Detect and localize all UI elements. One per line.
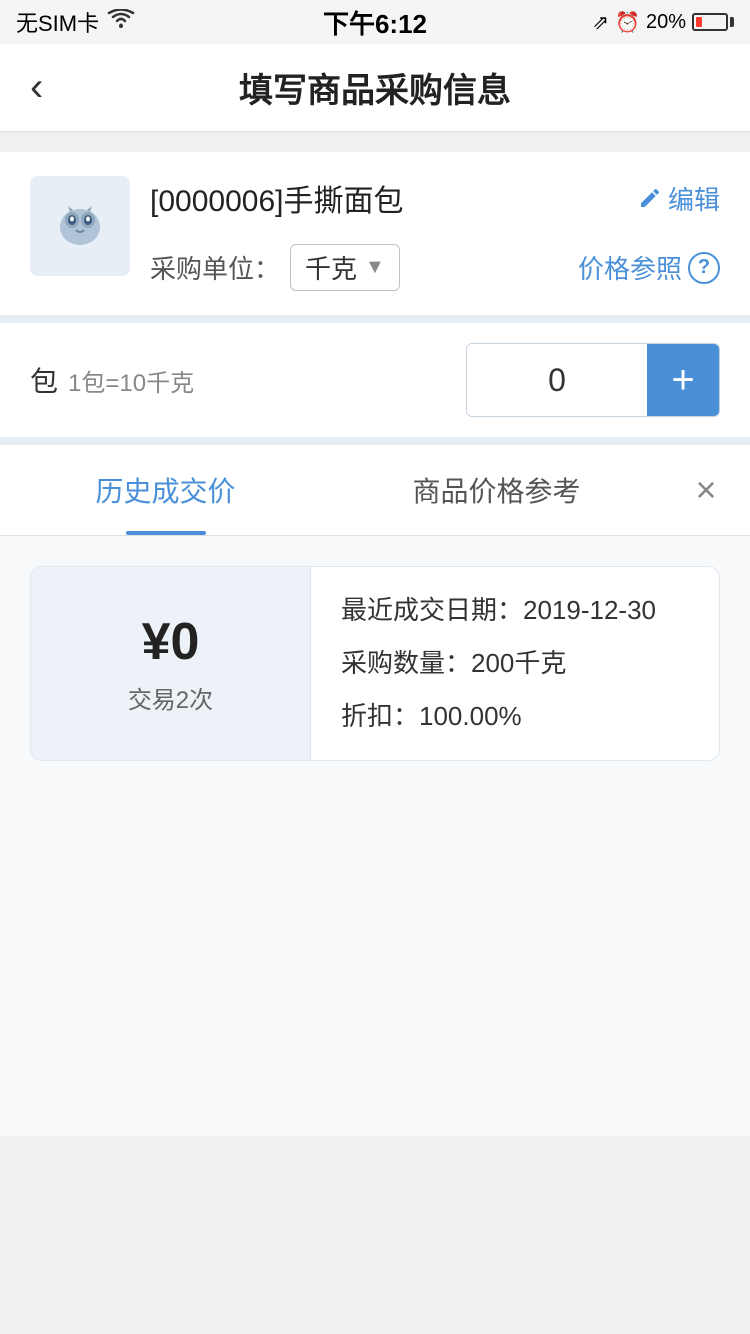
battery-percent: 20% (646, 11, 686, 34)
product-header: [0000006]手撕面包 编辑 采购单位： 千克 ▼ 价格 (30, 176, 720, 291)
purchase-quantity-label: 采购数量： (341, 648, 471, 678)
alarm-icon: ⏰ (615, 10, 640, 35)
recent-date-label: 最近成交日期： (341, 595, 523, 625)
product-thumbnail-icon (50, 192, 110, 261)
unit-select[interactable]: 千克 ▼ (290, 244, 400, 291)
price-ref-label: 价格参照 (578, 249, 682, 286)
price-card-left: ¥0 交易2次 (31, 567, 311, 760)
price-reference-button[interactable]: 价格参照 ? (578, 249, 720, 286)
nav-bar: ‹ 填写商品采购信息 (0, 44, 750, 132)
product-image (30, 176, 130, 276)
signal-text: 无SIM卡 (16, 6, 99, 38)
recent-date-value: 2019-12-30 (523, 595, 656, 625)
tab-product-price-ref[interactable]: 商品价格参考 (331, 445, 662, 535)
price-card-right: 最近成交日期：2019-12-30 采购数量：200千克 折扣：100.00% (311, 567, 719, 760)
price-transactions: 交易2次 (128, 680, 213, 715)
status-left: 无SIM卡 (16, 6, 135, 38)
wifi-icon (107, 9, 135, 35)
discount-value: 100.00% (419, 701, 522, 731)
purchase-unit-row: 采购单位： 千克 ▼ 价格参照 ? (150, 244, 720, 291)
back-button[interactable]: ‹ (20, 65, 53, 110)
unit-dropdown-arrow: ▼ (365, 256, 385, 279)
edit-button[interactable]: 编辑 (638, 180, 720, 217)
product-info: [0000006]手撕面包 编辑 采购单位： 千克 ▼ 价格 (150, 176, 720, 291)
quantity-unit-badge: 包 (30, 360, 58, 400)
purchase-quantity-row: 采购数量：200千克 (341, 644, 689, 683)
quantity-input-group: + (466, 343, 720, 417)
discount-label: 折扣： (341, 701, 419, 731)
price-ref-help-icon: ? (688, 252, 720, 284)
tab-active-indicator (126, 531, 206, 535)
battery-icon (692, 13, 734, 31)
unit-value: 千克 (305, 249, 357, 286)
quantity-label-group: 包 1包=10千克 (30, 360, 194, 400)
recent-date-row: 最近成交日期：2019-12-30 (341, 591, 689, 630)
purchase-unit-label: 采购单位： (150, 249, 280, 286)
status-bar: 无SIM卡 下午6:12 ⇗ ⏰ 20% (0, 0, 750, 44)
discount-row: 折扣：100.00% (341, 697, 689, 736)
tab-history-price[interactable]: 历史成交价 (0, 445, 331, 535)
quantity-conversion-label: 1包=10千克 (68, 363, 194, 398)
price-amount: ¥0 (142, 612, 200, 672)
quantity-plus-button[interactable]: + (647, 344, 719, 416)
history-panel: ¥0 交易2次 最近成交日期：2019-12-30 采购数量：200千克 折扣：… (0, 536, 750, 791)
tab-close-button[interactable]: × (662, 445, 750, 535)
status-right: ⇗ ⏰ 20% (592, 10, 734, 35)
main-content: ¥0 交易2次 最近成交日期：2019-12-30 采购数量：200千克 折扣：… (0, 536, 750, 1136)
location-icon: ⇗ (592, 10, 609, 35)
tab-bar: 历史成交价 商品价格参考 × (0, 437, 750, 536)
price-card: ¥0 交易2次 最近成交日期：2019-12-30 采购数量：200千克 折扣：… (30, 566, 720, 761)
product-card: [0000006]手撕面包 编辑 采购单位： 千克 ▼ 价格 (0, 152, 750, 315)
purchase-quantity-value: 200千克 (471, 648, 566, 678)
edit-label: 编辑 (668, 180, 720, 217)
quantity-input[interactable] (467, 344, 647, 416)
quantity-section: 包 1包=10千克 + (0, 315, 750, 437)
tab-history-price-label: 历史成交价 (95, 470, 235, 510)
product-name-row: [0000006]手撕面包 编辑 (150, 176, 720, 220)
edit-icon (638, 186, 662, 210)
tab-product-price-ref-label: 商品价格参考 (412, 470, 580, 510)
page-title: 填写商品采购信息 (239, 63, 511, 112)
status-time: 下午6:12 (323, 4, 427, 41)
product-name: [0000006]手撕面包 (150, 176, 403, 220)
